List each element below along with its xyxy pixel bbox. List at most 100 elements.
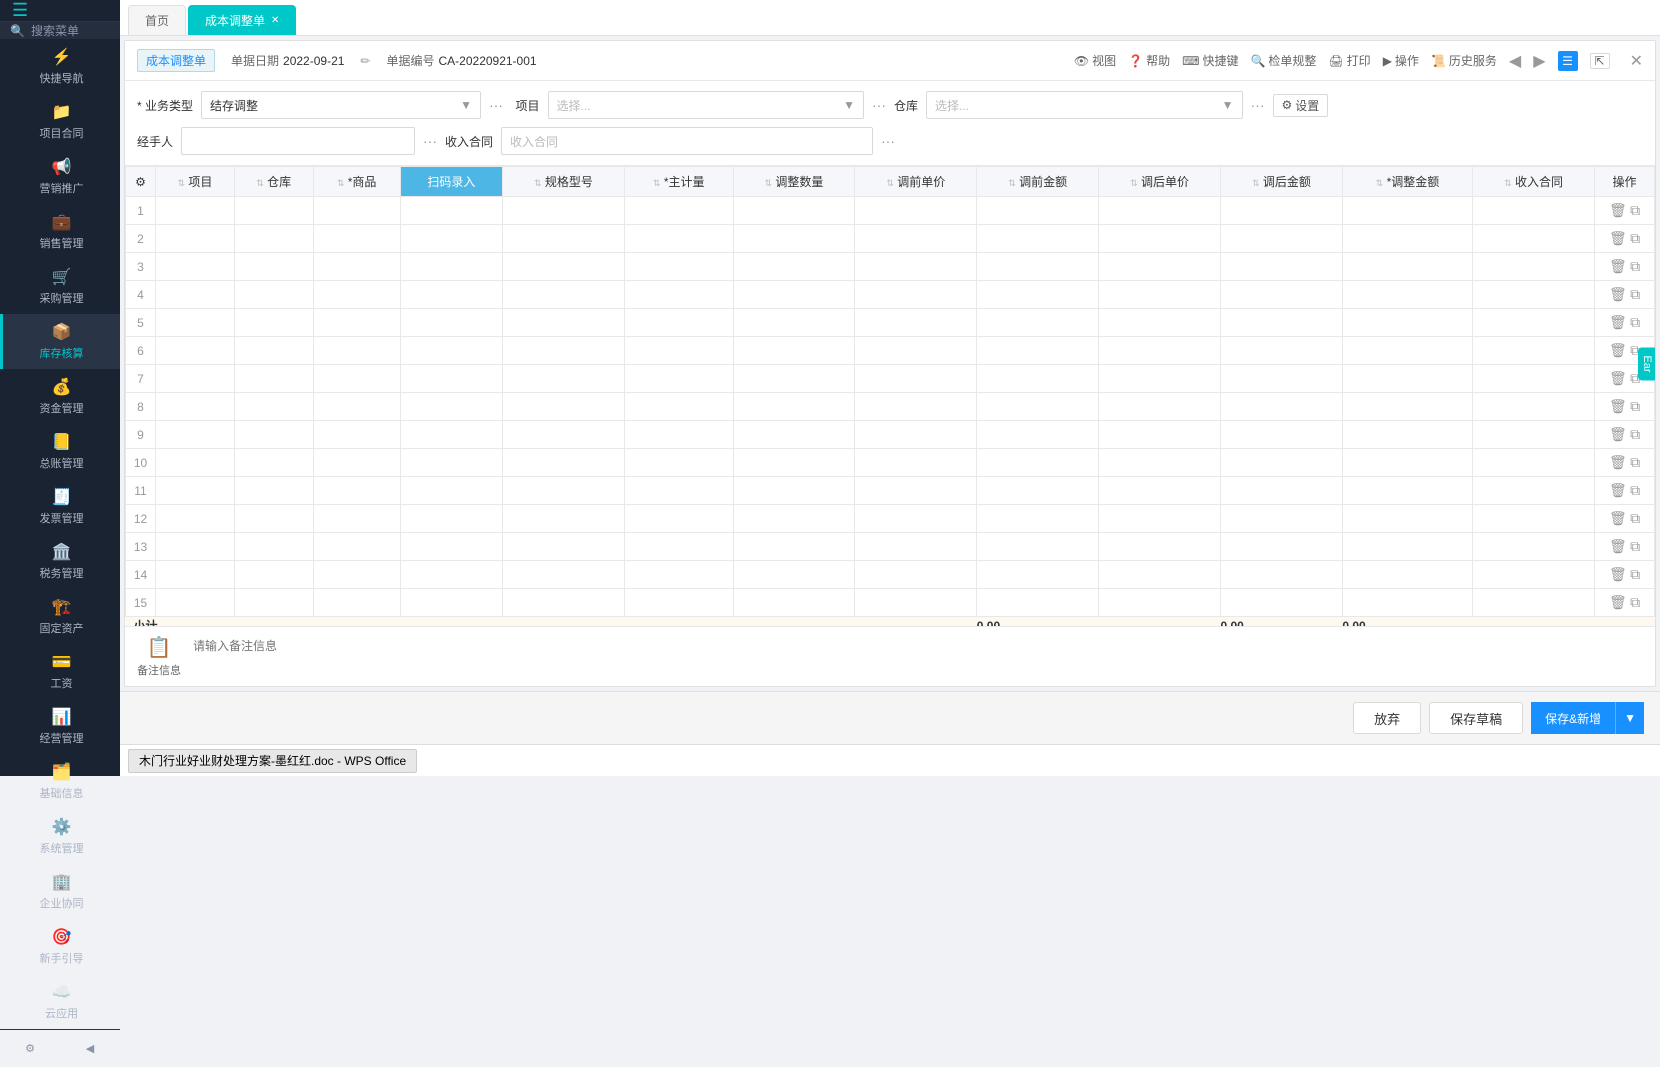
row-13-adjust-qty[interactable] [733,533,855,561]
row-9-post-unit-price[interactable] [1099,421,1221,449]
sidebar-collapse-btn[interactable]: ◀ [60,1038,120,1059]
row-10-spec[interactable] [503,449,625,477]
row-8-unit[interactable] [624,393,733,421]
row-7-unit[interactable] [624,365,733,393]
taskbar-item-wps[interactable]: 木门行业好业财处理方案-墨红红.doc - WPS Office [128,749,417,773]
warehouse-more-btn[interactable]: ··· [1251,97,1265,113]
row-12-post-unit-price[interactable] [1099,505,1221,533]
row-12-pre-amount[interactable] [977,505,1099,533]
row-6-adjust-qty[interactable] [733,337,855,365]
row-1-unit[interactable] [624,197,733,225]
row-3-project[interactable] [156,253,235,281]
row-1-post-amount[interactable] [1220,197,1342,225]
row-9-copy-icon[interactable]: ⧉ [1630,426,1640,442]
row-11-warehouse[interactable] [234,477,313,505]
row-4-post-unit-price[interactable] [1099,281,1221,309]
row-1-product[interactable] [313,197,400,225]
sidebar-item-system-mgmt[interactable]: ⚙️ 系统管理 [0,809,120,864]
row-3-pre-unit-price[interactable] [855,253,977,281]
row-11-product[interactable] [313,477,400,505]
sidebar-item-operations[interactable]: 📊 经营管理 [0,699,120,754]
sidebar-item-purchase-mgmt[interactable]: 🛒 采购管理 [0,259,120,314]
row-9-delete-icon[interactable]: 🗑 [1609,426,1627,442]
row-8-adjust-qty[interactable] [733,393,855,421]
row-5-warehouse[interactable] [234,309,313,337]
col-settings[interactable]: ⚙ [126,167,156,197]
floating-tab[interactable]: Ear [1638,347,1656,380]
row-5-spec[interactable] [503,309,625,337]
row-10-income-contract[interactable] [1473,449,1595,477]
row-9-unit[interactable] [624,421,733,449]
row-13-scan-input[interactable] [400,533,502,561]
income-contract-more-btn[interactable]: ··· [881,133,895,149]
row-12-product[interactable] [313,505,400,533]
row-13-post-amount[interactable] [1220,533,1342,561]
row-15-copy-icon[interactable]: ⧉ [1630,594,1640,610]
row-15-pre-unit-price[interactable] [855,589,977,617]
row-7-scan-input[interactable] [400,365,502,393]
row-7-project[interactable] [156,365,235,393]
row-2-pre-unit-price[interactable] [855,225,977,253]
row-8-adjust-amount[interactable] [1342,393,1472,421]
row-14-adjust-qty[interactable] [733,561,855,589]
row-6-pre-amount[interactable] [977,337,1099,365]
row-8-post-unit-price[interactable] [1099,393,1221,421]
row-1-adjust-amount[interactable] [1342,197,1472,225]
row-10-delete-icon[interactable]: 🗑 [1609,454,1627,470]
row-7-warehouse[interactable] [234,365,313,393]
row-15-post-amount[interactable] [1220,589,1342,617]
row-9-scan-input[interactable] [400,421,502,449]
row-5-product[interactable] [313,309,400,337]
row-14-unit[interactable] [624,561,733,589]
row-10-copy-icon[interactable]: ⧉ [1630,454,1640,470]
row-15-adjust-amount[interactable] [1342,589,1472,617]
row-3-adjust-amount[interactable] [1342,253,1472,281]
sidebar-item-sales-mgmt[interactable]: 💼 销售管理 [0,204,120,259]
row-14-delete-icon[interactable]: 🗑 [1609,566,1627,582]
row-2-scan-input[interactable] [400,225,502,253]
row-12-post-amount[interactable] [1220,505,1342,533]
sidebar-item-enterprise[interactable]: 🏢 企业协同 [0,864,120,919]
row-13-pre-unit-price[interactable] [855,533,977,561]
row-2-spec[interactable] [503,225,625,253]
row-11-unit[interactable] [624,477,733,505]
row-6-spec[interactable] [503,337,625,365]
row-15-project[interactable] [156,589,235,617]
biz-type-more-btn[interactable]: ··· [489,97,503,113]
row-12-income-contract[interactable] [1473,505,1595,533]
row-7-post-unit-price[interactable] [1099,365,1221,393]
row-15-warehouse[interactable] [234,589,313,617]
sidebar-item-inventory[interactable]: 📦 库存核算 [0,314,120,369]
row-11-post-unit-price[interactable] [1099,477,1221,505]
row-12-project[interactable] [156,505,235,533]
row-3-income-contract[interactable] [1473,253,1595,281]
row-7-income-contract[interactable] [1473,365,1595,393]
row-1-copy-icon[interactable]: ⧉ [1630,202,1640,218]
row-2-copy-icon[interactable]: ⧉ [1630,230,1640,246]
action-review[interactable]: 🔍 检单规整 [1250,52,1316,69]
row-15-scan-input[interactable] [400,589,502,617]
row-11-delete-icon[interactable]: 🗑 [1609,482,1627,498]
row-6-unit[interactable] [624,337,733,365]
row-8-copy-icon[interactable]: ⧉ [1630,398,1640,414]
row-4-spec[interactable] [503,281,625,309]
row-11-adjust-qty[interactable] [733,477,855,505]
row-13-unit[interactable] [624,533,733,561]
row-4-project[interactable] [156,281,235,309]
row-13-adjust-amount[interactable] [1342,533,1472,561]
save-new-arrow-icon[interactable]: ▼ [1616,702,1644,734]
handler-select[interactable] [181,127,415,155]
sidebar-item-new-guide[interactable]: 🎯 新手引导 [0,919,120,974]
row-12-adjust-amount[interactable] [1342,505,1472,533]
row-13-pre-amount[interactable] [977,533,1099,561]
biz-type-select[interactable]: 结存调整 ▼ [201,91,481,119]
nav-prev-icon[interactable]: ◀ [1509,51,1521,71]
row-5-post-amount[interactable] [1220,309,1342,337]
list-view-icon[interactable]: ☰ [1558,51,1578,71]
row-8-product[interactable] [313,393,400,421]
income-contract-input[interactable]: 收入合同 [501,127,873,155]
tab-cost-adjust[interactable]: 成本调整单 ✕ [188,5,296,35]
row-7-spec[interactable] [503,365,625,393]
row-9-income-contract[interactable] [1473,421,1595,449]
row-6-post-unit-price[interactable] [1099,337,1221,365]
